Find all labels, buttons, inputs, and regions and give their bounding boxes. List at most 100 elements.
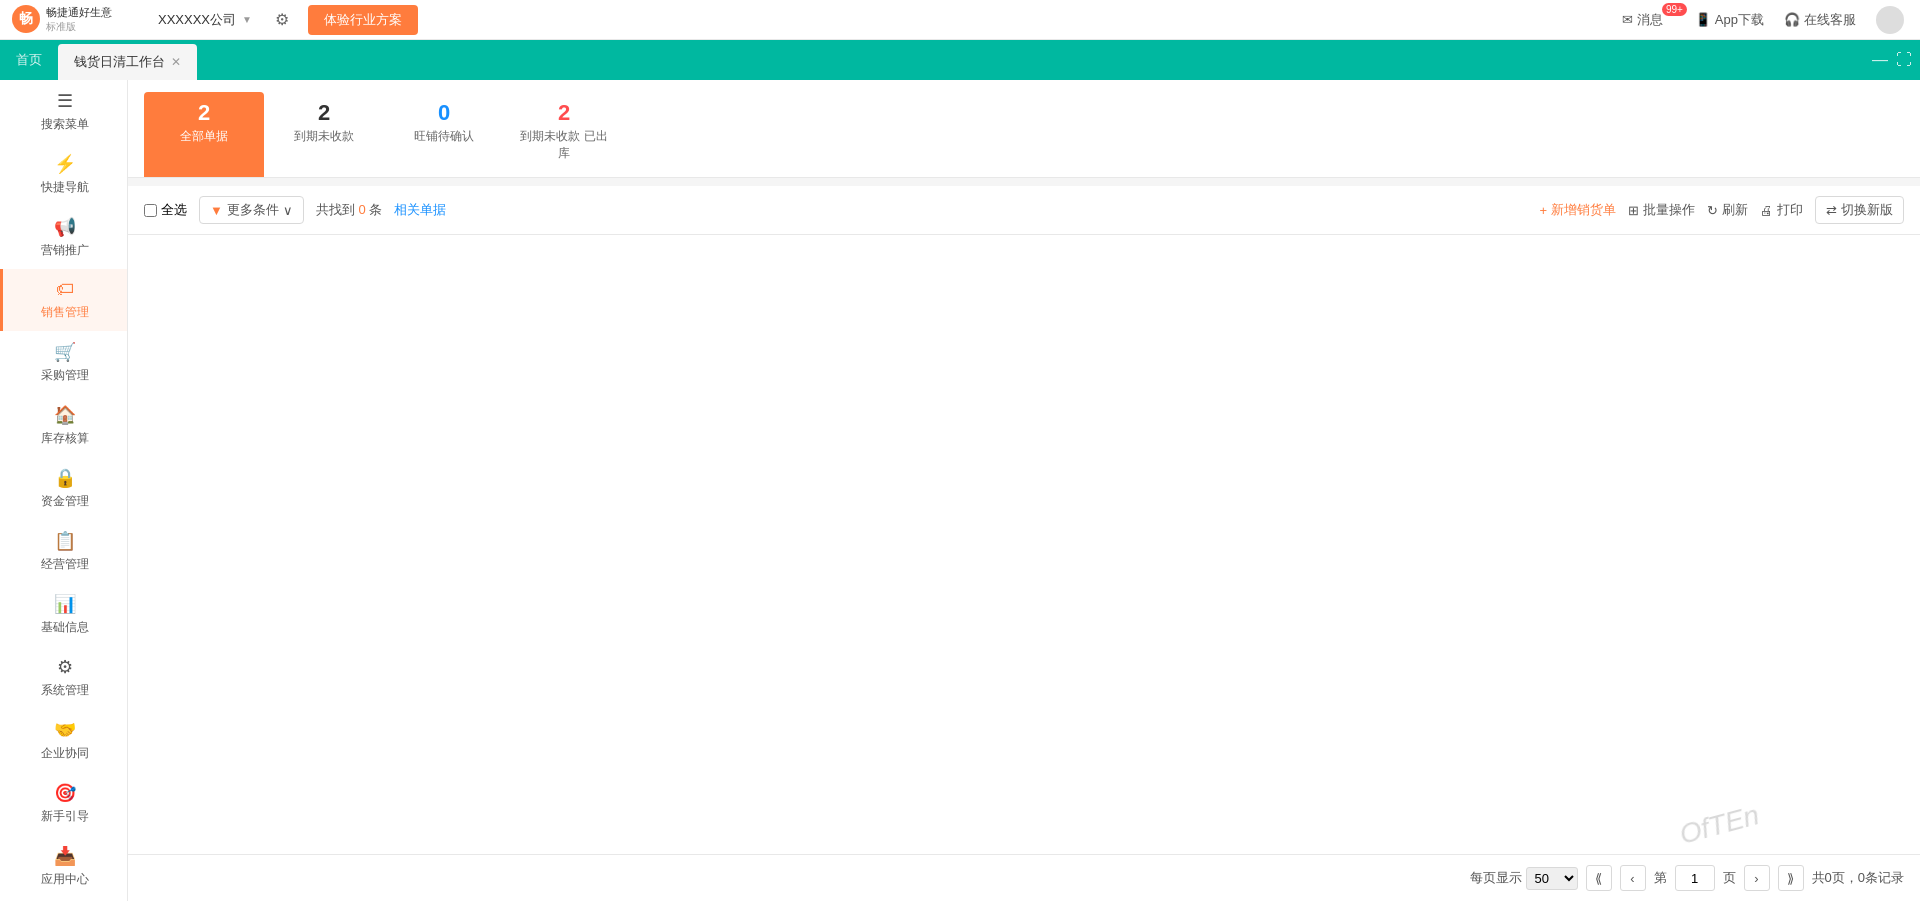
print-button[interactable]: 🖨 打印	[1760, 201, 1803, 219]
stat-tab-wangpu[interactable]: 0 旺铺待确认	[384, 92, 504, 177]
app-center-label: 应用中心	[41, 871, 89, 888]
related-orders-link[interactable]: 相关单据	[394, 201, 446, 219]
finance-icon: 🔒	[54, 467, 76, 489]
filter-button[interactable]: ▼ 更多条件 ∨	[199, 196, 304, 224]
content-area: 2 全部单据 2 到期未收款 0 旺铺待确认 2 到期未收款 已出库 全选	[128, 80, 1920, 901]
first-page-button[interactable]: ⟪	[1586, 865, 1612, 891]
tab-home[interactable]: 首页	[0, 40, 58, 80]
stat-count-overdue: 2	[280, 100, 368, 126]
per-page-select[interactable]: 50 20 100 200	[1526, 867, 1578, 890]
logo-text-block: 畅捷通好生意 标准版	[46, 5, 112, 33]
company-selector[interactable]: XXXXXX公司 ▼	[150, 7, 260, 33]
app-download-button[interactable]: 📱 App下载	[1695, 11, 1764, 29]
header-right: ✉ 消息 99+ 📱 App下载 🎧 在线客服	[1622, 6, 1908, 34]
switch-btn-label: 切换新版	[1841, 201, 1893, 219]
stat-label-wangpu: 旺铺待确认	[400, 128, 488, 145]
print-btn-label: 打印	[1777, 201, 1803, 219]
company-name: XXXXXX公司	[158, 11, 236, 29]
last-page-button[interactable]: ⟫	[1778, 865, 1804, 891]
table-area	[128, 235, 1920, 854]
switch-version-button[interactable]: ⇄ 切换新版	[1815, 196, 1904, 224]
batch-icon: ⊞	[1628, 203, 1639, 218]
stat-count-all: 2	[160, 100, 248, 126]
sidebar-item-operations[interactable]: 📋 经营管理	[0, 520, 127, 583]
prev-page-button[interactable]: ‹	[1620, 865, 1646, 891]
sidebar-item-search-menu[interactable]: ☰ 搜索菜单	[0, 80, 127, 143]
sidebar-item-sales[interactable]: 🏷 销售管理	[0, 269, 127, 331]
guide-icon: 🎯	[54, 782, 76, 804]
app-name: 畅捷通好生意	[46, 5, 112, 19]
sidebar-item-enterprise[interactable]: 🤝 企业协同	[0, 709, 127, 772]
refresh-button[interactable]: ↻ 刷新	[1707, 201, 1748, 219]
sidebar: ☰ 搜索菜单 ⚡ 快捷导航 📢 营销推广 🏷 销售管理 🛒 采购管理 🏠 库存核…	[0, 80, 128, 901]
message-button[interactable]: ✉ 消息 99+	[1622, 11, 1675, 29]
tab-minimize-icon[interactable]: —	[1872, 51, 1888, 69]
stat-label-overdue-shipped: 到期未收款 已出库	[520, 128, 608, 162]
found-prefix: 共找到	[316, 202, 355, 217]
purchase-icon: 🛒	[54, 341, 76, 363]
inventory-label: 库存核算	[41, 430, 89, 447]
stat-tab-all[interactable]: 2 全部单据	[144, 92, 264, 177]
sidebar-item-purchase[interactable]: 🛒 采购管理	[0, 331, 127, 394]
add-order-button[interactable]: + 新增销货单	[1539, 201, 1616, 219]
select-all-input[interactable]	[144, 204, 157, 217]
sales-label: 销售管理	[41, 304, 89, 321]
next-page-button[interactable]: ›	[1744, 865, 1770, 891]
top-header: 畅 畅捷通好生意 标准版 XXXXXX公司 ▼ ⚙ 体验行业方案 ✉ 消息 99…	[0, 0, 1920, 40]
stats-tabs: 2 全部单据 2 到期未收款 0 旺铺待确认 2 到期未收款 已出库	[128, 80, 1920, 178]
found-text: 共找到 0 条	[316, 201, 382, 219]
toolbar: 全选 ▼ 更多条件 ∨ 共找到 0 条 相关单据 + 新增销货单 ⊞ 批量	[128, 186, 1920, 235]
batch-operation-button[interactable]: ⊞ 批量操作	[1628, 201, 1695, 219]
tab-daily-work-label: 钱货日清工作台	[74, 53, 165, 71]
stat-label-all: 全部单据	[160, 128, 248, 145]
sidebar-item-app-center[interactable]: 📥 应用中心	[0, 835, 127, 898]
settings-button[interactable]: ⚙	[268, 6, 296, 34]
tab-expand-icon[interactable]: ⛶	[1896, 51, 1912, 69]
sidebar-item-guide[interactable]: 🎯 新手引导	[0, 772, 127, 835]
page-number-input[interactable]	[1675, 865, 1715, 891]
inventory-icon: 🏠	[54, 404, 76, 426]
page-suffix: 页	[1723, 869, 1736, 887]
add-icon: +	[1539, 203, 1547, 218]
system-icon: ⚙	[57, 656, 73, 678]
chevron-down-icon: ▼	[242, 14, 252, 25]
stat-tab-overdue-shipped[interactable]: 2 到期未收款 已出库	[504, 92, 624, 177]
select-all-label: 全选	[161, 201, 187, 219]
tab-daily-work[interactable]: 钱货日清工作台 ✕	[58, 44, 197, 80]
quick-nav-label: 快捷导航	[41, 179, 89, 196]
filter-icon: ▼	[210, 203, 223, 218]
app-center-icon: 📥	[54, 845, 76, 867]
sidebar-item-marketing[interactable]: 📢 营销推广	[0, 206, 127, 269]
guide-label: 新手引导	[41, 808, 89, 825]
print-icon: 🖨	[1760, 203, 1773, 218]
sales-icon: 🏷	[56, 279, 74, 300]
experience-button[interactable]: 体验行业方案	[308, 5, 418, 35]
operations-label: 经营管理	[41, 556, 89, 573]
stat-count-overdue-shipped: 2	[520, 100, 608, 126]
logo-icon: 畅	[12, 5, 40, 33]
sidebar-item-basic-info[interactable]: 📊 基础信息	[0, 583, 127, 646]
page-label: 第	[1654, 869, 1667, 887]
sidebar-item-system[interactable]: ⚙ 系统管理	[0, 646, 127, 709]
filter-label: 更多条件	[227, 201, 279, 219]
purchase-label: 采购管理	[41, 367, 89, 384]
search-menu-icon: ☰	[57, 90, 73, 112]
gear-icon: ⚙	[275, 10, 289, 29]
add-btn-label: 新增销货单	[1551, 201, 1616, 219]
found-count: 0	[359, 202, 366, 217]
switch-icon: ⇄	[1826, 203, 1837, 218]
avatar	[1876, 6, 1904, 34]
app-version: 标准版	[46, 20, 112, 34]
tab-close-icon[interactable]: ✕	[171, 55, 181, 69]
stat-tab-overdue[interactable]: 2 到期未收款	[264, 92, 384, 177]
sidebar-item-quick-nav[interactable]: ⚡ 快捷导航	[0, 143, 127, 206]
marketing-icon: 📢	[54, 216, 76, 238]
sidebar-item-inventory[interactable]: 🏠 库存核算	[0, 394, 127, 457]
batch-btn-label: 批量操作	[1643, 201, 1695, 219]
main-layout: ☰ 搜索菜单 ⚡ 快捷导航 📢 营销推广 🏷 销售管理 🛒 采购管理 🏠 库存核…	[0, 80, 1920, 901]
online-service-button[interactable]: 🎧 在线客服	[1784, 11, 1856, 29]
select-all-checkbox[interactable]: 全选	[144, 201, 187, 219]
search-menu-label: 搜索菜单	[41, 116, 89, 133]
sidebar-item-finance[interactable]: 🔒 资金管理	[0, 457, 127, 520]
user-avatar-area[interactable]	[1876, 6, 1908, 34]
